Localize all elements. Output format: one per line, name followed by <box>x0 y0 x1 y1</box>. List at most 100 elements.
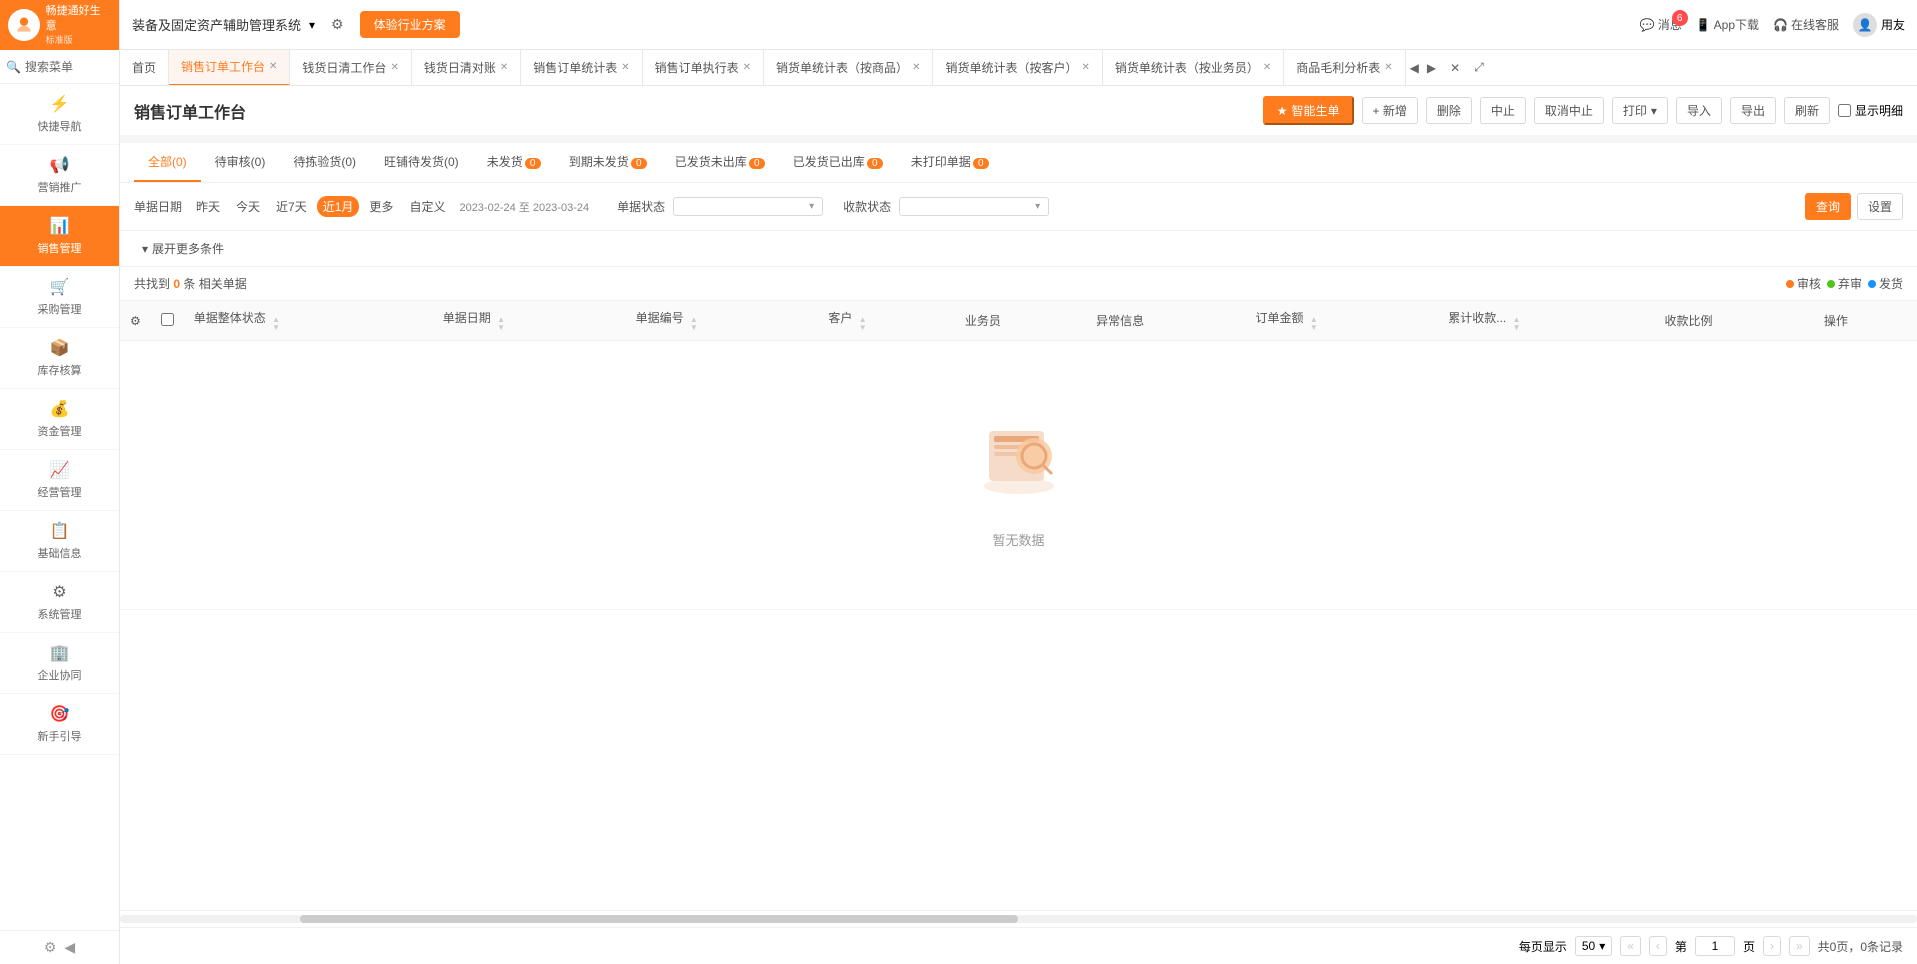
tab-sales-summary-product[interactable]: 销货单统计表（按商品） ✕ <box>764 50 933 86</box>
sidebar-item-guide[interactable]: 🎯 新手引导 <box>0 694 119 755</box>
query-button[interactable]: 查询 <box>1805 193 1851 220</box>
expand-filter-button[interactable]: ▾ 展开更多条件 <box>134 237 232 260</box>
cancel-review-action-btn[interactable]: 弃审 <box>1827 275 1862 292</box>
page-size-select[interactable]: 50 ▾ <box>1575 936 1612 956</box>
cancel-stop-button[interactable]: 取消中止 <box>1534 97 1604 124</box>
close-icon[interactable]: ✕ <box>500 62 508 73</box>
close-icon[interactable]: ✕ <box>390 62 398 73</box>
payment-select[interactable]: ▾ <box>899 197 1049 216</box>
date-last7[interactable]: 近7天 <box>270 196 313 217</box>
online-service-action[interactable]: 🎧 在线客服 <box>1773 16 1839 33</box>
import-button[interactable]: 导入 <box>1676 97 1722 124</box>
tab-cash-daily[interactable]: 钱货日清工作台 ✕ <box>290 50 411 86</box>
sidebar-item-label: 快捷导航 <box>38 118 82 134</box>
tab-home[interactable]: 首页 <box>120 50 169 86</box>
sub-tab-not-shipped[interactable]: 未发货0 <box>473 143 555 182</box>
show-detail-label[interactable]: 显示明细 <box>1838 102 1903 119</box>
th-settings[interactable]: ⚙ <box>120 301 151 341</box>
show-detail-checkbox[interactable] <box>1838 104 1851 117</box>
enterprise-icon: 🏢 <box>50 643 70 663</box>
settings-bottom-icon[interactable]: ⚙ <box>44 939 57 956</box>
status-select[interactable]: ▾ <box>673 197 823 216</box>
close-icon[interactable]: ✕ <box>1263 62 1271 73</box>
tab-goods-margin[interactable]: 商品毛利分析表 ✕ <box>1284 50 1405 86</box>
chevron-down-icon: ▾ <box>309 18 315 32</box>
export-button[interactable]: 导出 <box>1730 97 1776 124</box>
collapse-icon[interactable]: ◀ <box>64 939 75 956</box>
sidebar-item-sales[interactable]: 📊 销售管理 <box>0 206 119 267</box>
horizontal-scrollbar[interactable] <box>120 910 1917 927</box>
system-dropdown[interactable]: ▾ <box>309 18 315 32</box>
page-input[interactable]: 1 <box>1695 936 1735 956</box>
delete-button[interactable]: 删除 <box>1426 97 1472 124</box>
tabs-prev-btn[interactable]: ◀ <box>1406 61 1423 75</box>
stop-button[interactable]: 中止 <box>1480 97 1526 124</box>
review-action-btn[interactable]: 审核 <box>1786 275 1821 292</box>
date-more[interactable]: 更多 <box>363 196 399 217</box>
tab-cash-reconcile[interactable]: 钱货日清对账 ✕ <box>412 50 521 86</box>
sub-tab-wangpu[interactable]: 旺铺待发货(0) <box>370 143 473 182</box>
trial-button[interactable]: 体验行业方案 <box>360 11 460 38</box>
add-button[interactable]: + 新增 <box>1362 97 1418 124</box>
page-next-btn[interactable]: › <box>1763 936 1781 956</box>
tabs-maximize-btn[interactable]: ⤢ <box>1470 58 1488 77</box>
sidebar-search[interactable]: 🔍 搜索菜单 <box>0 50 119 84</box>
sub-tab-expired[interactable]: 到期未发货0 <box>555 143 661 182</box>
print-button[interactable]: 打印 ▾ <box>1612 97 1668 124</box>
sub-tab-pending-review[interactable]: 待审核(0) <box>201 143 280 182</box>
date-options: 昨天 今天 近7天 近1月 更多 自定义 <box>190 196 451 217</box>
sub-tab-shipped-out[interactable]: 已发货已出库0 <box>779 143 897 182</box>
date-yesterday[interactable]: 昨天 <box>190 196 226 217</box>
filter-expand-row: ▾ 展开更多条件 <box>120 231 1917 267</box>
ship-action-btn[interactable]: 发货 <box>1868 275 1903 292</box>
sub-tab-all[interactable]: 全部(0) <box>134 143 201 182</box>
date-today[interactable]: 今天 <box>230 196 266 217</box>
dot-icon <box>1786 280 1794 288</box>
th-checkbox[interactable] <box>151 301 184 341</box>
headset-icon: 🎧 <box>1773 18 1788 32</box>
sub-tab-shipped-not-out[interactable]: 已发货未出库0 <box>661 143 779 182</box>
sidebar-item-operation[interactable]: 📈 经营管理 <box>0 450 119 511</box>
chevron-down-icon: ▾ <box>1599 939 1605 953</box>
page-prev-btn[interactable]: ‹ <box>1649 936 1667 956</box>
sidebar-item-marketing[interactable]: 📢 营销推广 <box>0 145 119 206</box>
sidebar-item-inventory[interactable]: 📦 库存核算 <box>0 328 119 389</box>
topbar-settings-icon[interactable]: ⚙ <box>331 16 344 33</box>
sidebar-item-label: 系统管理 <box>38 606 82 622</box>
page-last-btn[interactable]: » <box>1789 936 1810 956</box>
sidebar-item-quick-nav[interactable]: ⚡ 快捷导航 <box>0 84 119 145</box>
sidebar-item-basic[interactable]: 📋 基础信息 <box>0 511 119 572</box>
th-date: 单据日期 ▲▼ <box>433 301 626 341</box>
sub-tab-not-printed[interactable]: 未打印单据0 <box>897 143 1003 182</box>
filter-settings-button[interactable]: 设置 <box>1857 193 1903 220</box>
tab-sales-summary-customer[interactable]: 销货单统计表（按客户） ✕ <box>933 50 1102 86</box>
user-menu[interactable]: 👤 用友 <box>1853 13 1905 37</box>
date-custom[interactable]: 自定义 <box>403 196 451 217</box>
message-action[interactable]: 💬 消息 6 <box>1640 16 1682 33</box>
close-icon[interactable]: ✕ <box>621 62 629 73</box>
tab-sales-workbench[interactable]: 销售订单工作台 ✕ <box>169 50 290 86</box>
avatar: 👤 <box>1853 13 1877 37</box>
page-first-btn[interactable]: « <box>1620 936 1641 956</box>
select-all-checkbox[interactable] <box>161 313 174 326</box>
app-download-action[interactable]: 📱 App下载 <box>1696 16 1759 33</box>
tabs-close-all-btn[interactable]: ✕ <box>1446 59 1464 77</box>
refresh-button[interactable]: 刷新 <box>1784 97 1830 124</box>
close-icon[interactable]: ✕ <box>743 62 751 73</box>
tab-sales-exec[interactable]: 销售订单执行表 ✕ <box>643 50 764 86</box>
sub-tab-pending-inspect[interactable]: 待拣验货(0) <box>279 143 370 182</box>
system-title: 装备及固定资产辅助管理系统 <box>132 15 301 34</box>
tabs-next-btn[interactable]: ▶ <box>1423 61 1440 75</box>
tab-sales-stats[interactable]: 销售订单统计表 ✕ <box>521 50 642 86</box>
sidebar-item-enterprise[interactable]: 🏢 企业协同 <box>0 633 119 694</box>
close-icon[interactable]: ✕ <box>269 61 277 72</box>
sidebar-item-system[interactable]: ⚙ 系统管理 <box>0 572 119 633</box>
smart-create-button[interactable]: ★ 智能生单 <box>1263 96 1354 125</box>
close-icon[interactable]: ✕ <box>1384 62 1392 73</box>
tab-sales-summary-staff[interactable]: 销货单统计表（按业务员） ✕ <box>1103 50 1284 86</box>
close-icon[interactable]: ✕ <box>912 62 920 73</box>
date-last1month[interactable]: 近1月 <box>317 196 360 217</box>
sidebar-item-purchase[interactable]: 🛒 采购管理 <box>0 267 119 328</box>
sidebar-item-finance[interactable]: 💰 资金管理 <box>0 389 119 450</box>
close-icon[interactable]: ✕ <box>1081 62 1089 73</box>
